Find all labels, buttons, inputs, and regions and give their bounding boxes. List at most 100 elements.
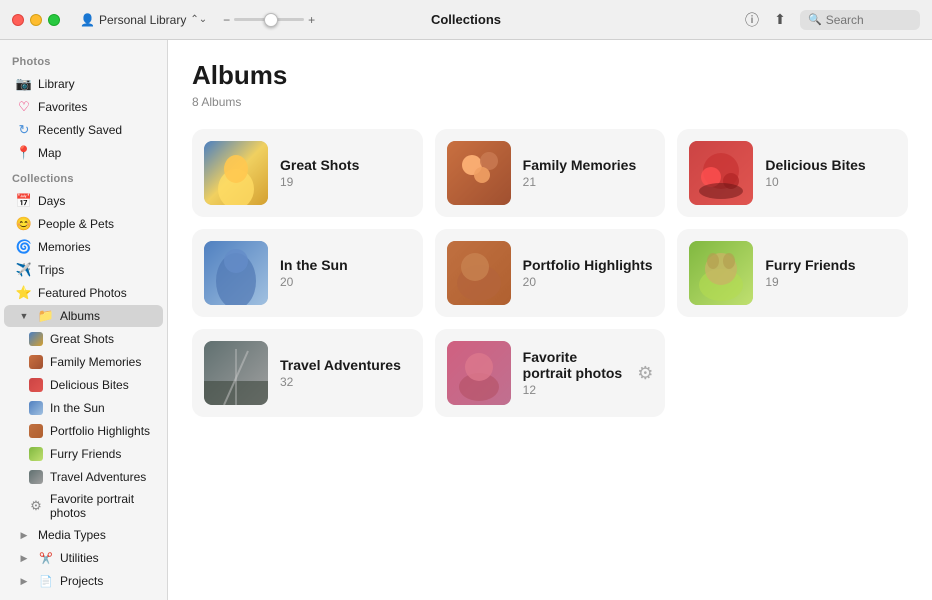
portfolio-highlights-thumb [28, 423, 44, 439]
sidebar-item-label: Favorite portrait photos [50, 492, 151, 520]
album-name: Favorite portrait photos [523, 349, 626, 381]
library-selector[interactable]: 👤 Personal Library ⌃⌄ [80, 13, 207, 27]
search-box[interactable]: 🔍 [800, 10, 920, 30]
info-button[interactable]: ⓘ [744, 12, 760, 28]
albums-expand-icon: ▼ [16, 308, 32, 324]
minimize-button[interactable] [30, 14, 42, 26]
albums-grid: Great Shots 19 [192, 129, 908, 417]
sidebar-item-library[interactable]: 📷 Library [4, 73, 163, 95]
sidebar-item-label: Travel Adventures [50, 470, 151, 484]
trips-icon: ✈️ [16, 262, 32, 278]
sidebar-item-furry-friends[interactable]: Furry Friends [4, 443, 163, 465]
sidebar-item-projects[interactable]: ▶ 📄 Projects [4, 570, 163, 592]
toolbar-right: ⓘ ⬆ 🔍 [744, 10, 920, 30]
sidebar-item-recently-saved[interactable]: ↻ Recently Saved [4, 119, 163, 141]
album-thumbnail [689, 141, 753, 205]
sidebar-item-media-types[interactable]: ▶ Media Types [4, 524, 163, 546]
utilities-icon: ✂️ [38, 550, 54, 566]
close-button[interactable] [12, 14, 24, 26]
album-info: Favorite portrait photos 12 [523, 349, 626, 397]
titlebar: 👤 Personal Library ⌃⌄ − + Collections ⓘ … [0, 0, 932, 40]
sharing-section-label: Sharing [0, 593, 167, 600]
sidebar-item-people-pets[interactable]: 😊 People & Pets [4, 213, 163, 235]
album-thumbnail [447, 241, 511, 305]
zoom-slider[interactable]: − + [223, 13, 315, 27]
album-card-family-memories[interactable]: Family Memories 21 [435, 129, 666, 217]
album-name: Travel Adventures [280, 357, 411, 373]
album-count: 20 [280, 275, 411, 289]
sidebar-item-label: Favorites [38, 100, 151, 114]
album-name: In the Sun [280, 257, 411, 273]
album-card-great-shots[interactable]: Great Shots 19 [192, 129, 423, 217]
slider-thumb[interactable] [264, 13, 278, 27]
slider-track[interactable] [234, 18, 304, 21]
album-card-furry-friends[interactable]: Furry Friends 19 [677, 229, 908, 317]
album-info: Great Shots 19 [280, 157, 411, 189]
sidebar: Photos 📷 Library ♡ Favorites ↻ Recently … [0, 40, 168, 600]
collections-section-label: Collections [0, 165, 167, 189]
furry-friends-thumb [28, 446, 44, 462]
library-label: Personal Library [99, 13, 186, 27]
sidebar-item-trips[interactable]: ✈️ Trips [4, 259, 163, 281]
projects-expand-icon: ▶ [16, 573, 32, 589]
album-info: In the Sun 20 [280, 257, 411, 289]
featured-photos-icon: ⭐ [16, 285, 32, 301]
album-info: Delicious Bites 10 [765, 157, 896, 189]
sidebar-item-travel-adventures[interactable]: Travel Adventures [4, 466, 163, 488]
album-card-in-the-sun[interactable]: In the Sun 20 [192, 229, 423, 317]
sidebar-item-label: Recently Saved [38, 123, 151, 137]
sidebar-item-label: Trips [38, 263, 151, 277]
sidebar-item-albums[interactable]: ▼ 📁 Albums [4, 305, 163, 327]
sidebar-item-memories[interactable]: 🌀 Memories [4, 236, 163, 258]
page-title: Albums [192, 60, 908, 91]
sidebar-item-label: Furry Friends [50, 447, 151, 461]
album-card-travel-adventures[interactable]: Travel Adventures 32 [192, 329, 423, 417]
album-info: Family Memories 21 [523, 157, 654, 189]
album-thumbnail [447, 141, 511, 205]
sidebar-item-family-memories[interactable]: Family Memories [4, 351, 163, 373]
person-icon: 👤 [80, 13, 95, 27]
album-count: 20 [523, 275, 654, 289]
sidebar-item-favorites[interactable]: ♡ Favorites [4, 96, 163, 118]
sidebar-item-label: Portfolio Highlights [50, 424, 151, 438]
sidebar-utilities-label: Utilities [60, 551, 151, 565]
gear-action-icon[interactable]: ⚙ [637, 363, 653, 384]
album-name: Family Memories [523, 157, 654, 173]
search-icon: 🔍 [808, 13, 822, 26]
media-types-expand-icon: ▶ [16, 527, 32, 543]
sidebar-item-delicious-bites[interactable]: Delicious Bites [4, 374, 163, 396]
window-title: Collections [431, 12, 501, 27]
album-name: Furry Friends [765, 257, 896, 273]
fullscreen-button[interactable] [48, 14, 60, 26]
sidebar-item-favorite-portrait-photos[interactable]: ⚙ Favorite portrait photos [4, 489, 163, 523]
page-subtitle: 8 Albums [192, 95, 908, 109]
sidebar-item-featured-photos[interactable]: ⭐ Featured Photos [4, 282, 163, 304]
sidebar-item-in-the-sun[interactable]: In the Sun [4, 397, 163, 419]
sidebar-item-days[interactable]: 📅 Days [4, 190, 163, 212]
sidebar-item-label: Featured Photos [38, 286, 151, 300]
sidebar-item-portfolio-highlights[interactable]: Portfolio Highlights [4, 420, 163, 442]
album-card-favorite-portrait-photos[interactable]: Favorite portrait photos 12 ⚙ [435, 329, 666, 417]
family-memories-thumb [28, 354, 44, 370]
sidebar-projects-label: Projects [60, 574, 151, 588]
sidebar-item-label: Library [38, 77, 151, 91]
delicious-bites-thumb [28, 377, 44, 393]
album-card-delicious-bites[interactable]: Delicious Bites 10 [677, 129, 908, 217]
sidebar-item-map[interactable]: 📍 Map [4, 142, 163, 164]
days-icon: 📅 [16, 193, 32, 209]
search-input[interactable] [826, 13, 906, 27]
albums-icon: 📁 [38, 308, 54, 324]
sidebar-media-types-label: Media Types [38, 528, 151, 542]
album-count: 21 [523, 175, 654, 189]
sidebar-item-utilities[interactable]: ▶ ✂️ Utilities [4, 547, 163, 569]
sidebar-item-great-shots[interactable]: Great Shots [4, 328, 163, 350]
album-thumbnail [689, 241, 753, 305]
sidebar-albums-label: Albums [60, 309, 151, 323]
album-thumbnail [204, 141, 268, 205]
share-button[interactable]: ⬆ [772, 12, 788, 28]
album-count: 19 [765, 275, 896, 289]
minus-icon: − [223, 13, 230, 27]
sidebar-item-label: Delicious Bites [50, 378, 151, 392]
gear-icon: ⚙ [28, 498, 44, 514]
album-card-portfolio-highlights[interactable]: Portfolio Highlights 20 [435, 229, 666, 317]
